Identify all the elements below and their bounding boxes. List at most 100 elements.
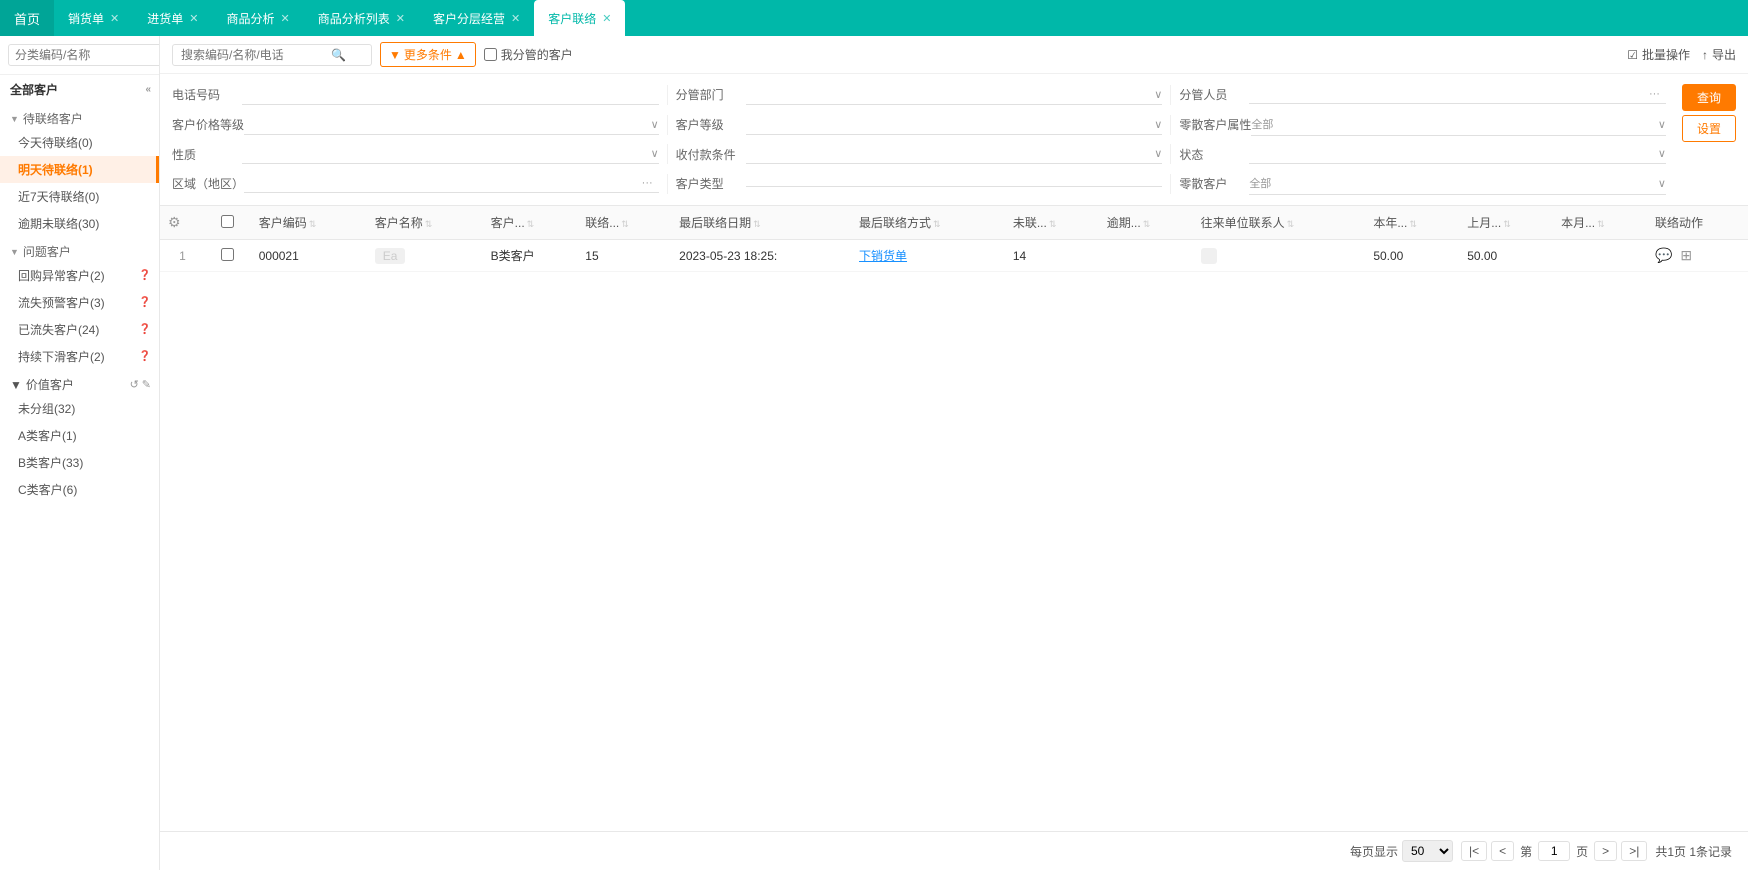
retail-customer-select[interactable]: 全部∨ bbox=[1249, 172, 1666, 195]
tri-icon-problem: ▼ bbox=[10, 247, 19, 257]
phone-input[interactable] bbox=[242, 84, 659, 105]
per-page-select[interactable]: 50 100 200 bbox=[1402, 840, 1453, 862]
status-select[interactable]: ∨ bbox=[1249, 144, 1666, 164]
select-all-checkbox[interactable] bbox=[221, 215, 234, 228]
nav-customer-layer[interactable]: 客户分层经营✕ bbox=[419, 0, 534, 36]
sidebar-item-repurchase[interactable]: 回购异常客户(2) ❓ bbox=[0, 262, 159, 289]
sidebar-group-problem[interactable]: ▼ 问题客户 bbox=[0, 237, 159, 262]
price-level-select[interactable]: ∨ bbox=[244, 115, 659, 135]
close-purchase-tab[interactable]: ✕ bbox=[189, 12, 198, 25]
th-unit-contact[interactable]: 往来单位联系人⇅ bbox=[1193, 206, 1366, 240]
region-dots-icon[interactable]: ··· bbox=[636, 177, 659, 189]
sidebar-item-class-a[interactable]: A类客户(1) bbox=[0, 422, 159, 449]
nav-customer-contact[interactable]: 客户联络✕ bbox=[534, 0, 625, 36]
row-checkbox-cell bbox=[205, 240, 251, 272]
table-row: 1 000021 Ea B类客户 15 2023-05-23 18:25: 下销… bbox=[160, 240, 1748, 272]
close-customer-contact-tab[interactable]: ✕ bbox=[602, 12, 611, 25]
nature-select[interactable]: ∨ bbox=[242, 144, 659, 164]
edit-icon[interactable]: ✎ bbox=[142, 378, 151, 391]
filter-my-customers[interactable]: 我分管的客户 bbox=[484, 46, 573, 63]
close-sales-tab[interactable]: ✕ bbox=[110, 12, 119, 25]
nav-goods-analysis[interactable]: 商品分析✕ bbox=[212, 0, 303, 36]
row-contact: 15 bbox=[577, 240, 671, 272]
th-type[interactable]: 客户...⇅ bbox=[483, 206, 578, 240]
sidebar-item-churn-warn[interactable]: 流失预警客户(3) ❓ bbox=[0, 289, 159, 316]
comment-action-icon[interactable]: 💬 bbox=[1655, 247, 1672, 264]
per-page-label: 每页显示 bbox=[1350, 843, 1398, 860]
sidebar-all-customers[interactable]: 全部客户 « bbox=[0, 75, 159, 104]
customer-level-label: 客户等级 bbox=[676, 116, 746, 133]
customer-level-select[interactable]: ∨ bbox=[746, 115, 1163, 135]
row-overdue bbox=[1099, 240, 1193, 272]
th-last-contact-date[interactable]: 最后联络日期⇅ bbox=[671, 206, 851, 240]
sidebar-item-tomorrow[interactable]: 明天待联络(1) bbox=[0, 156, 159, 183]
sub-person-select[interactable]: ··· bbox=[1249, 85, 1666, 104]
close-customer-layer-tab[interactable]: ✕ bbox=[511, 12, 520, 25]
sidebar: 🔍 全部客户 « ▼ 待联络客户 今天待联络(0) 明天待联络(1) 近7天待联… bbox=[0, 36, 160, 870]
next-page-btn[interactable]: > bbox=[1594, 841, 1617, 861]
tri-icon-value: ▼ bbox=[10, 378, 22, 392]
sidebar-item-overdue[interactable]: 逾期未联络(30) bbox=[0, 210, 159, 237]
retail-attr-select[interactable]: 全部∨ bbox=[1251, 113, 1666, 136]
row-last-month: 50.00 bbox=[1459, 240, 1553, 272]
grid-action-icon[interactable]: ⊞ bbox=[1680, 247, 1692, 264]
export-btn[interactable]: ↑ 导出 bbox=[1702, 46, 1736, 63]
th-last-contact-type[interactable]: 最后联络方式⇅ bbox=[851, 206, 1005, 240]
region-select[interactable]: ··· bbox=[244, 174, 659, 193]
my-customers-checkbox[interactable] bbox=[484, 48, 497, 61]
th-contact[interactable]: 联络...⇅ bbox=[577, 206, 671, 240]
th-code[interactable]: 客户编码⇅ bbox=[251, 206, 367, 240]
sidebar-item-class-b[interactable]: B类客户(33) bbox=[0, 449, 159, 476]
dots-icon[interactable]: ··· bbox=[1643, 88, 1666, 100]
query-button[interactable]: 查询 bbox=[1682, 84, 1736, 111]
th-overdue[interactable]: 逾期...⇅ bbox=[1099, 206, 1193, 240]
row-last-contact-type[interactable]: 下销货单 bbox=[851, 240, 1005, 272]
help-icon-declining: ❓ bbox=[139, 351, 151, 362]
nav-goods-analysis-list[interactable]: 商品分析列表✕ bbox=[304, 0, 419, 36]
set-button[interactable]: 设置 bbox=[1682, 115, 1736, 142]
close-goods-analysis-list-tab[interactable]: ✕ bbox=[396, 12, 405, 25]
prev-page-btn[interactable]: < bbox=[1491, 841, 1514, 861]
divider2 bbox=[1170, 85, 1171, 105]
payment-select[interactable]: ∨ bbox=[746, 144, 1163, 164]
customer-type-select[interactable] bbox=[746, 180, 1163, 187]
nav-home[interactable]: 首页 bbox=[0, 0, 54, 36]
gear-icon[interactable]: ⚙ bbox=[168, 214, 181, 230]
batch-btn[interactable]: ☑ 批量操作 bbox=[1627, 46, 1690, 63]
close-goods-analysis-tab[interactable]: ✕ bbox=[281, 12, 290, 25]
help-icon-churned: ❓ bbox=[139, 324, 151, 335]
page-input[interactable] bbox=[1538, 841, 1570, 861]
row-checkbox[interactable] bbox=[221, 248, 234, 261]
filter-search-box: 🔍 bbox=[172, 44, 372, 66]
th-name[interactable]: 客户名称⇅ bbox=[367, 206, 483, 240]
th-this-year[interactable]: 本年...⇅ bbox=[1365, 206, 1459, 240]
sub-dept-select[interactable]: ∨ bbox=[746, 85, 1163, 105]
status-label: 状态 bbox=[1179, 146, 1249, 163]
th-not-contacted[interactable]: 未联...⇅ bbox=[1005, 206, 1099, 240]
sidebar-search-input[interactable] bbox=[8, 44, 160, 66]
filter-price-level: 客户价格等级 ∨ bbox=[172, 115, 659, 135]
sidebar-item-declining[interactable]: 持续下滑客户(2) ❓ bbox=[0, 343, 159, 370]
nav-purchase[interactable]: 进货单✕ bbox=[133, 0, 212, 36]
advanced-filter: 电话号码 分管部门 ∨ 分管人员 bbox=[160, 74, 1748, 206]
sidebar-item-ungroup[interactable]: 未分组(32) bbox=[0, 395, 159, 422]
sidebar-item-today[interactable]: 今天待联络(0) bbox=[0, 129, 159, 156]
filter-search-icon[interactable]: 🔍 bbox=[331, 48, 346, 62]
th-this-month[interactable]: 本月...⇅ bbox=[1553, 206, 1647, 240]
last-page-btn[interactable]: >| bbox=[1621, 841, 1647, 861]
sidebar-item-churned[interactable]: 已流失客户(24) ❓ bbox=[0, 316, 159, 343]
sidebar-search-area: 🔍 bbox=[0, 36, 159, 75]
sidebar-item-week[interactable]: 近7天待联络(0) bbox=[0, 183, 159, 210]
last-contact-link[interactable]: 下销货单 bbox=[859, 249, 907, 263]
table-body: 1 000021 Ea B类客户 15 2023-05-23 18:25: 下销… bbox=[160, 240, 1748, 272]
sidebar-group-pending[interactable]: ▼ 待联络客户 bbox=[0, 104, 159, 129]
sidebar-item-class-c[interactable]: C类客户(6) bbox=[0, 476, 159, 503]
filter-search-input[interactable] bbox=[181, 48, 331, 62]
filter-more-btn[interactable]: ▼ 更多条件 ▲ bbox=[380, 42, 476, 67]
nav-sales[interactable]: 销货单✕ bbox=[54, 0, 133, 36]
refresh-icon[interactable]: ↺ bbox=[130, 378, 139, 391]
sidebar-group-value[interactable]: ▼ 价值客户 ↺ ✎ bbox=[0, 370, 159, 395]
nature-label: 性质 bbox=[172, 146, 242, 163]
first-page-btn[interactable]: |< bbox=[1461, 841, 1487, 861]
th-last-month[interactable]: 上月...⇅ bbox=[1459, 206, 1553, 240]
